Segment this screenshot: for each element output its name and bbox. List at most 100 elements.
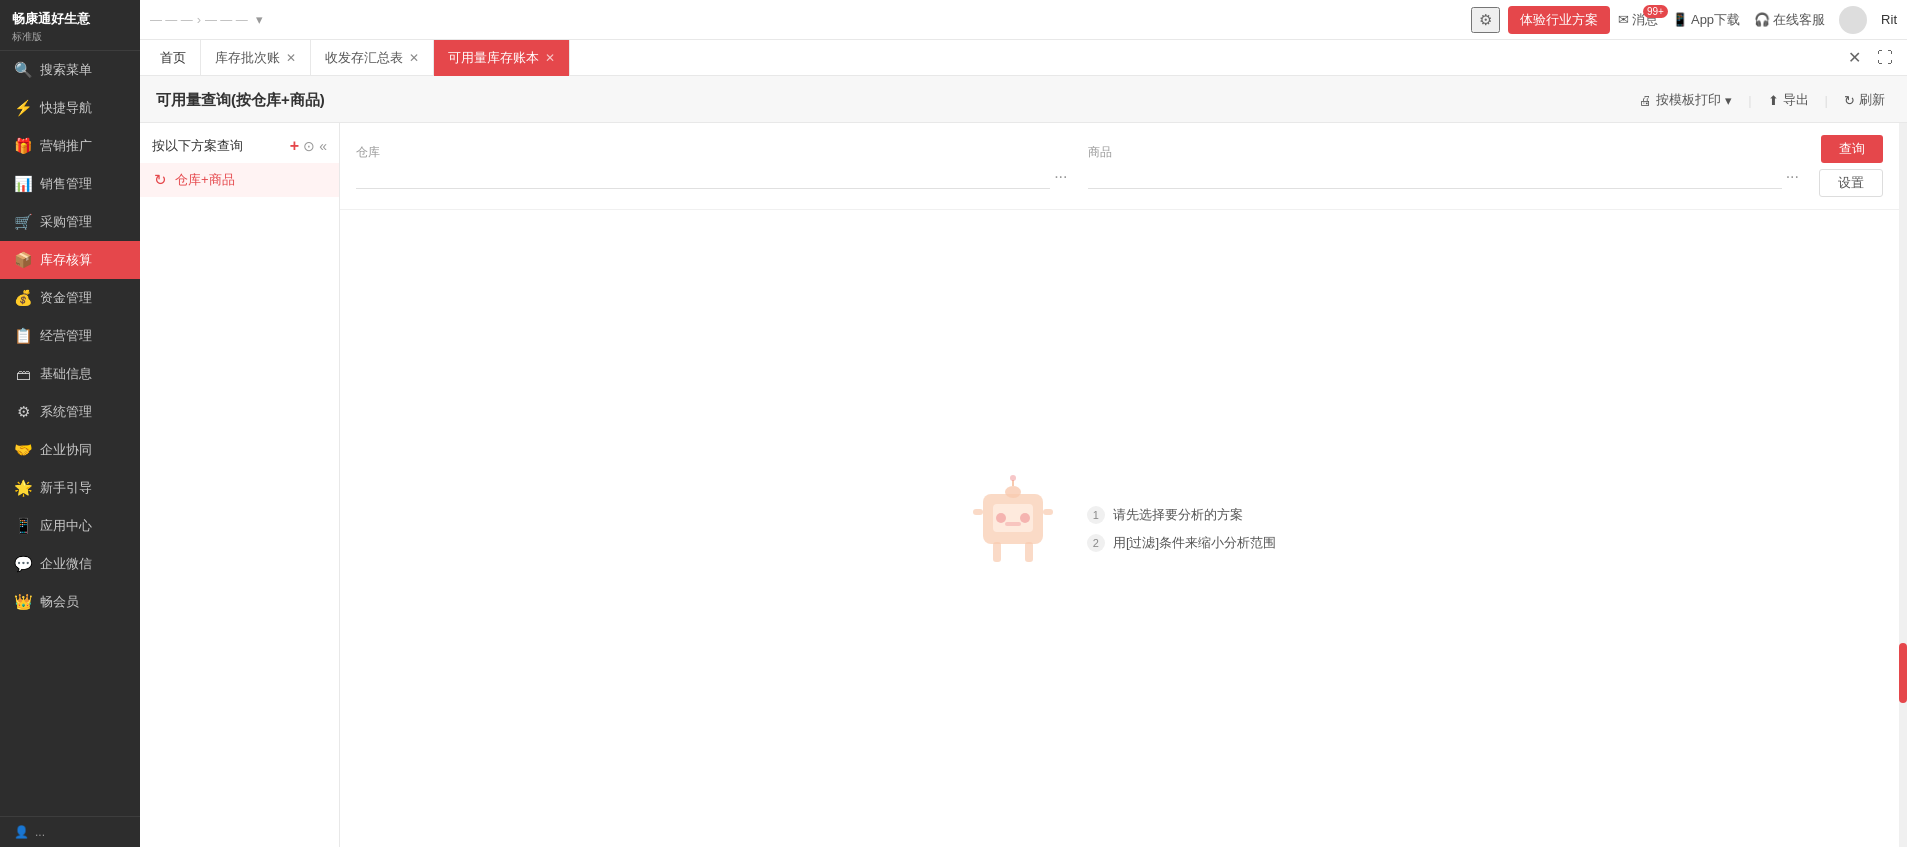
sidebar-item-label: 销售管理 (40, 175, 92, 193)
sidebar-item-label: 采购管理 (40, 213, 92, 231)
scheme-item-label: 仓库+商品 (175, 171, 235, 189)
online-service-button[interactable]: 🎧 在线客服 (1754, 11, 1825, 29)
empty-tip-1: 1 请先选择要分析的方案 (1087, 506, 1276, 524)
sidebar-item-wechat[interactable]: 💬 企业微信 (0, 545, 140, 583)
sidebar-item-label: 经营管理 (40, 327, 92, 345)
sidebar-item-search[interactable]: 🔍 搜索菜单 (0, 51, 140, 89)
topbar: — — — › — — — ▾ ⚙ 体验行业方案 ✉ 消息 99+ 📱 App下… (140, 0, 1907, 40)
expand-tab-button[interactable]: ⛶ (1871, 45, 1899, 71)
sidebar-item-marketing[interactable]: 🎁 营销推广 (0, 127, 140, 165)
tabs-bar: 首页 库存批次账 ✕ 收发存汇总表 ✕ 可用量库存账本 ✕ ✕ ⛶ (140, 40, 1907, 76)
right-scrollbar[interactable] (1899, 123, 1907, 847)
warehouse-more-icon[interactable]: ··· (1054, 168, 1067, 186)
message-button[interactable]: ✉ 消息 99+ (1618, 11, 1658, 29)
sidebar-logo: 畅康通好生意 标准版 (0, 0, 140, 51)
sidebar-item-label: 资金管理 (40, 289, 92, 307)
message-icon: ✉ (1618, 12, 1629, 27)
scrollbar-thumb[interactable] (1899, 643, 1907, 703)
gift-icon: 🎁 (14, 137, 32, 155)
scheme-settings-button[interactable]: ⊙ (303, 137, 315, 155)
sidebar-item-label: 系统管理 (40, 403, 92, 421)
print-dropdown-icon[interactable]: ▾ (1725, 93, 1732, 108)
print-button[interactable]: 🖨 按模板打印 ▾ (1633, 88, 1738, 112)
sidebar-item-label: 企业微信 (40, 555, 92, 573)
sidebar-item-inventory[interactable]: 📦 库存核算 (0, 241, 140, 279)
filter-settings-button[interactable]: 设置 (1819, 169, 1883, 197)
sidebar-item-sales[interactable]: 📊 销售管理 (0, 165, 140, 203)
refresh-icon: ↻ (1844, 93, 1855, 108)
refresh-button[interactable]: ↻ 刷新 (1838, 88, 1891, 112)
user-avatar[interactable] (1839, 6, 1867, 34)
warehouse-input[interactable] (356, 165, 1050, 189)
export-label: 导出 (1783, 91, 1809, 109)
industry-solution-button[interactable]: 体验行业方案 (1508, 6, 1610, 34)
scheme-item-warehouse-goods[interactable]: ↻ 仓库+商品 (140, 163, 339, 197)
page-header: 可用量查询(按仓库+商品) 🖨 按模板打印 ▾ | ⬆ 导出 | ↻ 刷新 (140, 76, 1907, 123)
tab-close-icon[interactable]: ✕ (409, 51, 419, 65)
export-button[interactable]: ⬆ 导出 (1762, 88, 1815, 112)
breadcrumb-sep: › (197, 12, 201, 27)
sidebar-item-label: 企业协同 (40, 441, 92, 459)
svg-rect-5 (973, 509, 983, 515)
svg-point-9 (1005, 486, 1021, 498)
app-download-label: App下载 (1691, 11, 1740, 29)
sidebar-item-system[interactable]: ⚙ 系统管理 (0, 393, 140, 431)
sidebar-item-cooperation[interactable]: 🤝 企业协同 (0, 431, 140, 469)
sidebar-item-basic[interactable]: 🗃 基础信息 (0, 355, 140, 393)
empty-state: 1 请先选择要分析的方案 2 用[过滤]条件来缩小分析范围 (340, 210, 1899, 847)
sidebar-item-label: 应用中心 (40, 517, 92, 535)
scheme-collapse-button[interactable]: « (319, 137, 327, 155)
tip-text-1: 请先选择要分析的方案 (1113, 506, 1243, 524)
tabs-right-controls: ✕ ⛶ (1842, 44, 1907, 71)
clipboard-icon: 📋 (14, 327, 32, 345)
sidebar-item-label: 库存核算 (40, 251, 92, 269)
tab-label: 首页 (160, 49, 186, 67)
sidebar-item-operations[interactable]: 📋 经营管理 (0, 317, 140, 355)
phone-icon: 📱 (1672, 12, 1688, 27)
sidebar-item-member[interactable]: 👑 畅会员 (0, 583, 140, 621)
sidebar: 畅康通好生意 标准版 🔍 搜索菜单 ⚡ 快捷导航 🎁 营销推广 📊 销售管理 🛒… (0, 0, 140, 847)
message-badge: 99+ (1643, 5, 1668, 18)
breadcrumb: — — — › — — — ▾ (150, 12, 1463, 27)
close-tab-button[interactable]: ✕ (1842, 44, 1867, 71)
goods-filter: 商品 ··· (1088, 144, 1800, 189)
empty-illustration (963, 464, 1063, 593)
divider: | (1825, 93, 1828, 108)
goods-more-icon[interactable]: ··· (1786, 168, 1799, 186)
tab-inventory-batch[interactable]: 库存批次账 ✕ (201, 40, 311, 76)
page-title: 可用量查询(按仓库+商品) (156, 91, 325, 110)
tab-stock-summary[interactable]: 收发存汇总表 ✕ (311, 40, 434, 76)
sidebar-item-label: 畅会员 (40, 593, 79, 611)
sidebar-footer: 👤 ... (0, 816, 140, 847)
tab-available-stock[interactable]: 可用量库存账本 ✕ (434, 40, 570, 76)
svg-point-11 (1010, 475, 1016, 481)
sidebar-item-purchase[interactable]: 🛒 采购管理 (0, 203, 140, 241)
scheme-actions: + ⊙ « (290, 137, 327, 155)
query-button[interactable]: 查询 (1821, 135, 1883, 163)
tab-label: 库存批次账 (215, 49, 280, 67)
divider: | (1748, 93, 1751, 108)
goods-input[interactable] (1088, 165, 1782, 189)
tab-close-icon[interactable]: ✕ (286, 51, 296, 65)
sidebar-item-apps[interactable]: 📱 应用中心 (0, 507, 140, 545)
tab-close-icon[interactable]: ✕ (545, 51, 555, 65)
box-icon: 📦 (14, 251, 32, 269)
sidebar-item-shortcut[interactable]: ⚡ 快捷导航 (0, 89, 140, 127)
tip-text-2: 用[过滤]条件来缩小分析范围 (1113, 534, 1276, 552)
breadcrumb-dropdown-icon[interactable]: ▾ (256, 12, 263, 27)
crown-icon: 👑 (14, 593, 32, 611)
sidebar-item-finance[interactable]: 💰 资金管理 (0, 279, 140, 317)
sidebar-item-label: 搜索菜单 (40, 61, 92, 79)
svg-rect-4 (1005, 522, 1021, 526)
tab-home[interactable]: 首页 (146, 40, 201, 76)
right-panel: 仓库 ··· 商品 ··· 查询 设置 (340, 123, 1899, 847)
logo-sub: 标准版 (12, 31, 42, 42)
filter-bar: 仓库 ··· 商品 ··· 查询 设置 (340, 123, 1899, 210)
scheme-add-button[interactable]: + (290, 137, 299, 155)
logo-text: 畅康通好生意 (12, 11, 90, 26)
topbar-gear-button[interactable]: ⚙ (1471, 7, 1500, 33)
scheme-title: 按以下方案查询 (152, 137, 243, 155)
app-download-button[interactable]: 📱 App下载 (1672, 11, 1740, 29)
svg-point-2 (996, 513, 1006, 523)
sidebar-item-newbie[interactable]: 🌟 新手引导 (0, 469, 140, 507)
